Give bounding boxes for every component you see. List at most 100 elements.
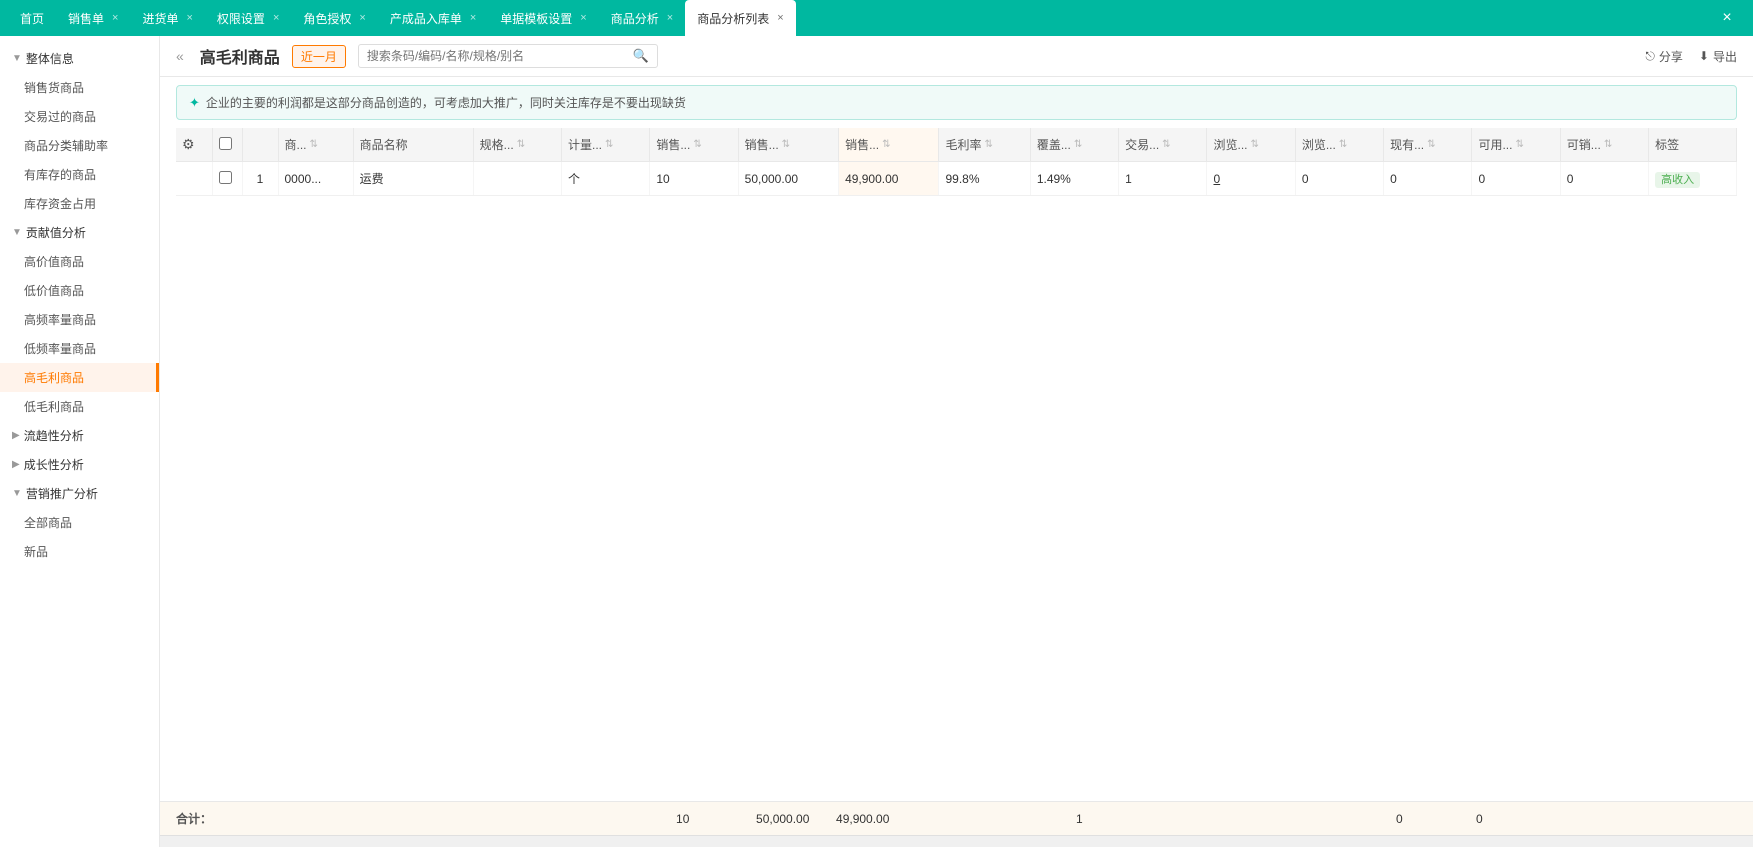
row-settings: [176, 162, 212, 196]
sort-icon-14[interactable]: ⇅: [1604, 139, 1612, 150]
sidebar-item-all-goods[interactable]: 全部商品: [0, 508, 159, 537]
sidebar-item-high-freq-goods[interactable]: 高频率量商品: [0, 305, 159, 334]
search-input[interactable]: [367, 49, 629, 63]
window-close-button[interactable]: ×: [1709, 0, 1745, 36]
nav-item-purchase-order[interactable]: 进货单 ×: [130, 0, 204, 36]
sort-icon-9[interactable]: ⇅: [1162, 139, 1170, 150]
row-current-stock: 0: [1384, 162, 1472, 196]
col-coverage-header: 覆盖... ⇅: [1030, 128, 1118, 162]
sort-icon-7[interactable]: ⇅: [984, 139, 992, 150]
sidebar-item-traded-goods[interactable]: 交易过的商品: [0, 102, 159, 131]
chevron-right-icon-2: ▶: [12, 459, 20, 470]
export-button[interactable]: ⬇ 导出: [1699, 48, 1737, 65]
sidebar-item-sales-goods[interactable]: 销售货商品: [0, 73, 159, 102]
sidebar-item-low-value-goods[interactable]: 低价值商品: [0, 276, 159, 305]
sort-icon-8[interactable]: ⇅: [1074, 139, 1082, 150]
content-header: « 高毛利商品 近一月 🔍 ⎋ 分享 ⬇ 导出: [160, 36, 1753, 77]
nav-item-product-entry[interactable]: 产成品入库单 ×: [378, 0, 488, 36]
select-all-checkbox[interactable]: [219, 137, 232, 150]
col-browse1-header: 浏览... ⇅: [1207, 128, 1295, 162]
sort-icon-5[interactable]: ⇅: [782, 139, 790, 150]
col-browse2-header: 浏览... ⇅: [1295, 128, 1383, 162]
search-icon[interactable]: 🔍: [633, 48, 649, 64]
sidebar-item-low-margin-goods[interactable]: 低毛利商品: [0, 392, 159, 421]
sidebar-group-financial-analysis[interactable]: ▼ 贡献值分析: [0, 218, 159, 247]
nav-item-product-analysis-list[interactable]: 商品分析列表 ×: [685, 0, 795, 36]
nav-close-template-settings[interactable]: ×: [580, 12, 586, 24]
col-goods-name-header: 商品名称: [353, 128, 473, 162]
nav-close-product-analysis-list[interactable]: ×: [777, 12, 783, 24]
row-sales-cost: 49,900.00: [839, 162, 939, 196]
nav-close-roles[interactable]: ×: [359, 12, 365, 24]
row-select-checkbox[interactable]: [219, 171, 232, 184]
table-header-row: ⚙ 商... ⇅: [176, 128, 1737, 162]
nav-item-home[interactable]: 首页: [8, 0, 56, 36]
share-button[interactable]: ⎋ 分享: [1645, 48, 1683, 65]
nav-close-purchase-order[interactable]: ×: [186, 12, 192, 24]
col-sales-cost-header: 销售... ⇅: [839, 128, 939, 162]
footer-sales-qty: 10: [670, 812, 750, 826]
collapse-sidebar-button[interactable]: «: [176, 48, 184, 64]
sidebar-item-low-freq-goods[interactable]: 低频率量商品: [0, 334, 159, 363]
sidebar-item-high-margin-goods[interactable]: 高毛利商品: [0, 363, 159, 392]
row-sales-qty: 10: [650, 162, 738, 196]
sidebar-item-high-value-goods[interactable]: 高价值商品: [0, 247, 159, 276]
nav-close-sales-order[interactable]: ×: [112, 12, 118, 24]
settings-icon[interactable]: ⚙: [182, 136, 195, 152]
top-navigation: 首页 销售单 × 进货单 × 权限设置 × 角色授权 × 产成品入库单 × 单据…: [0, 0, 1753, 36]
data-table: ⚙ 商... ⇅: [176, 128, 1737, 196]
row-unit: 个: [562, 162, 650, 196]
sidebar-group-marketing-analysis[interactable]: ▼ 营销推广分析: [0, 479, 159, 508]
row-browse1: 0: [1207, 162, 1295, 196]
row-gross-margin: 99.8%: [939, 162, 1030, 196]
sort-icon-12[interactable]: ⇅: [1427, 139, 1435, 150]
chevron-down-icon-2: ▼: [12, 227, 22, 238]
nav-item-template-settings[interactable]: 单据模板设置 ×: [488, 0, 598, 36]
row-goods-name: 运费: [353, 162, 473, 196]
nav-close-product-entry[interactable]: ×: [470, 12, 476, 24]
nav-item-product-analysis[interactable]: 商品分析 ×: [599, 0, 685, 36]
chevron-down-icon: ▼: [12, 53, 22, 64]
row-num: 1: [242, 162, 278, 196]
col-available-header: 可用... ⇅: [1472, 128, 1560, 162]
nav-item-roles[interactable]: 角色授权 ×: [291, 0, 377, 36]
row-goods-code: 0000...: [278, 162, 353, 196]
nav-item-sales-order[interactable]: 销售单 ×: [56, 0, 130, 36]
browse1-link[interactable]: 0: [1213, 172, 1220, 186]
sort-icon-11[interactable]: ⇅: [1339, 139, 1347, 150]
sort-icon-13[interactable]: ⇅: [1515, 139, 1523, 150]
period-button[interactable]: 近一月: [292, 45, 346, 68]
horizontal-scrollbar[interactable]: [160, 835, 1753, 847]
sort-icon-10[interactable]: ⇅: [1251, 139, 1259, 150]
row-trade: 1: [1119, 162, 1207, 196]
info-icon: ✦: [189, 95, 200, 111]
row-sales-amount: 50,000.00: [738, 162, 838, 196]
sidebar-item-in-stock-goods[interactable]: 有库存的商品: [0, 160, 159, 189]
footer-sellable: 0: [1470, 812, 1550, 826]
sort-icon-6[interactable]: ⇅: [882, 139, 890, 150]
sort-icon-2[interactable]: ⇅: [517, 139, 525, 150]
table-container: ⚙ 商... ⇅: [160, 128, 1753, 801]
row-spec: [473, 162, 561, 196]
nav-item-permissions[interactable]: 权限设置 ×: [205, 0, 291, 36]
nav-close-product-analysis[interactable]: ×: [667, 12, 673, 24]
sidebar-item-stock-fund[interactable]: 库存资金占用: [0, 189, 159, 218]
footer-sales-amount: 50,000.00: [750, 812, 830, 826]
sidebar-item-new-goods[interactable]: 新品: [0, 537, 159, 566]
sidebar-group-overall-info[interactable]: ▼ 整体信息: [0, 44, 159, 73]
nav-close-permissions[interactable]: ×: [273, 12, 279, 24]
col-checkbox-header: [212, 128, 242, 162]
sidebar-group-trend-analysis[interactable]: ▶ 流趋性分析: [0, 421, 159, 450]
sort-icon-4[interactable]: ⇅: [693, 139, 701, 150]
tag-badge: 高收入: [1655, 172, 1700, 188]
footer-trade: 1: [1070, 812, 1150, 826]
sort-icon-3[interactable]: ⇅: [605, 139, 613, 150]
row-checkbox: [212, 162, 242, 196]
col-settings-header: ⚙: [176, 128, 212, 162]
row-coverage: 1.49%: [1030, 162, 1118, 196]
share-icon: ⎋: [1645, 49, 1655, 64]
col-sales-qty-header: 销售... ⇅: [650, 128, 738, 162]
sort-icon[interactable]: ⇅: [310, 139, 318, 150]
sidebar-group-growth-analysis[interactable]: ▶ 成长性分析: [0, 450, 159, 479]
sidebar-item-goods-analysis-helper[interactable]: 商品分类辅助率: [0, 131, 159, 160]
